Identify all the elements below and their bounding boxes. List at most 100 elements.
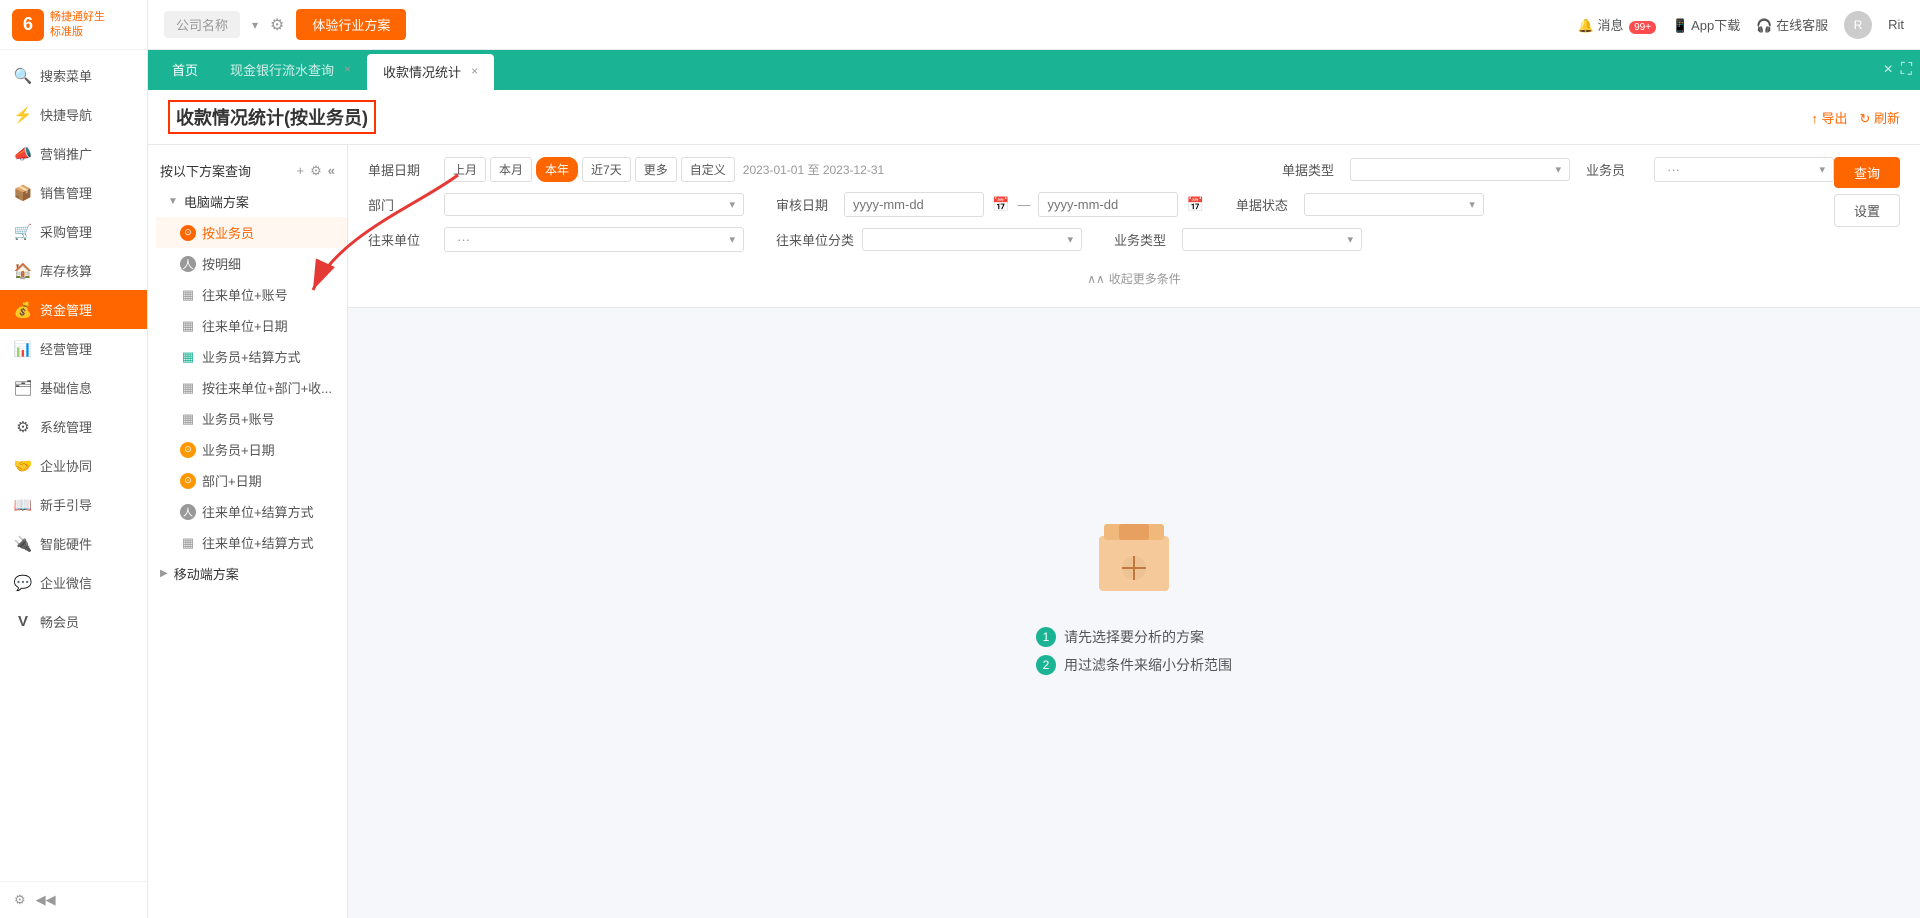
sidebar-item-sales[interactable]: 📦 销售管理 [0, 173, 147, 212]
online-service-link[interactable]: 🎧 在线客服 [1756, 15, 1828, 34]
scheme-icon-detail: 人 [180, 256, 196, 272]
business-type-select[interactable]: ▾ [1182, 228, 1362, 251]
scheme-group-pc-title[interactable]: ▼ 电脑端方案 [156, 186, 347, 217]
user-avatar[interactable]: R [1844, 11, 1872, 39]
scheme-icon-ps2: ▦ [180, 535, 196, 551]
date-buttons: 上月 本月 本年 近7天 更多 自定义 2023-01-01 至 2023-12… [444, 157, 884, 182]
company-name: 公司名称 [164, 11, 240, 38]
close-all-tabs-icon[interactable]: × [1883, 61, 1892, 79]
sidebar-item-collab[interactable]: 🤝 企业协同 [0, 446, 147, 485]
collapse-filter-button[interactable]: ∧∧ 收起更多条件 [368, 262, 1900, 295]
sidebar-item-purchase[interactable]: 🛒 采购管理 [0, 212, 147, 251]
export-button[interactable]: ↑ 导出 [1811, 108, 1847, 127]
tab-collection[interactable]: 收款情况统计 × [367, 54, 494, 90]
app-download-link[interactable]: 📱 App下载 [1672, 15, 1740, 34]
scheme-icon-pd: ▦ [180, 318, 196, 334]
company-dropdown-icon[interactable]: ▾ [252, 18, 258, 32]
scheme-icon-ps1: 人 [180, 504, 196, 520]
refresh-button[interactable]: ↻ 刷新 [1859, 108, 1900, 127]
sidebar-item-wechat[interactable]: 💬 企业微信 [0, 563, 147, 602]
date-btn-more[interactable]: 更多 [635, 157, 677, 182]
partner-more-icon[interactable]: ··· [457, 232, 470, 247]
scheme-group-mobile-title[interactable]: ▶ 移动端方案 [148, 558, 347, 589]
empty-svg [1084, 506, 1184, 596]
sidebar-item-system[interactable]: ⚙ 系统管理 [0, 407, 147, 446]
scheme-item-partner-date[interactable]: ▦ 往来单位+日期 [156, 310, 347, 341]
scheme-item-partner-account[interactable]: ▦ 往来单位+账号 [156, 279, 347, 310]
collapse-sidebar-icon[interactable]: ◀◀ [36, 892, 56, 908]
sidebar: 6 畅捷通好生 标准版 🔍 搜索菜单 ⚡ 快捷导航 📣 营销推广 📦 [0, 0, 148, 918]
settings-button[interactable]: 设置 [1834, 194, 1900, 227]
review-date-end[interactable] [1038, 192, 1178, 217]
partner-category-select[interactable]: ▾ [862, 228, 1082, 251]
sidebar-item-search[interactable]: 🔍 搜索菜单 [0, 56, 147, 95]
tab-home[interactable]: 首页 [156, 50, 214, 90]
review-date-label: 审核日期 [776, 195, 836, 214]
topbar-right: 🔔 消息 99+ 📱 App下载 🎧 在线客服 R Rit [1578, 11, 1904, 39]
tab-collection-close[interactable]: × [471, 64, 478, 78]
sales-rep-more-icon[interactable]: ··· [1667, 162, 1680, 177]
settings-footer-icon[interactable]: ⚙ [14, 892, 26, 908]
purchase-icon: 🛒 [14, 223, 32, 241]
date-btn-last-month[interactable]: 上月 [444, 157, 486, 182]
topbar-settings-icon[interactable]: ⚙ [270, 15, 284, 35]
empty-illustration [1074, 491, 1194, 611]
sidebar-item-guide[interactable]: 📖 新手引导 [0, 485, 147, 524]
sidebar-item-basic[interactable]: 🗂 基础信息 [0, 368, 147, 407]
tab-cashflow[interactable]: 现金银行流水查询 × [214, 50, 367, 90]
main-area: 公司名称 ▾ ⚙ 体验行业方案 🔔 消息 99+ 📱 App下载 🎧 在线客服 … [148, 0, 1920, 918]
voucher-type-select[interactable]: ▾ [1350, 158, 1570, 181]
scheme-item-by-detail[interactable]: 人 按明细 [156, 248, 347, 279]
tabs-bar: 首页 现金银行流水查询 × 收款情况统计 × × ⛶ [148, 50, 1920, 90]
scheme-icon-pa: ▦ [180, 287, 196, 303]
review-date-end-calendar[interactable]: 📅 [1186, 196, 1203, 213]
expand-tabs-icon[interactable]: ⛶ [1901, 61, 1912, 79]
voucher-status-select[interactable]: ▾ [1304, 193, 1484, 216]
collab-icon: 🤝 [14, 457, 32, 475]
scheme-settings-icon[interactable]: ⚙ [310, 163, 322, 179]
partner-select[interactable]: ··· ▾ [444, 227, 744, 252]
tab-cashflow-close[interactable]: × [344, 62, 351, 76]
sales-rep-select[interactable]: ··· ▾ [1654, 157, 1834, 182]
partner-label: 往来单位 [368, 230, 428, 249]
date-btn-this-year[interactable]: 本年 [536, 157, 578, 182]
top-bar: 公司名称 ▾ ⚙ 体验行业方案 🔔 消息 99+ 📱 App下载 🎧 在线客服 … [148, 0, 1920, 50]
sidebar-item-marketing[interactable]: 📣 营销推广 [0, 134, 147, 173]
sidebar-item-management[interactable]: 📊 经营管理 [0, 329, 147, 368]
scheme-item-partner-dept[interactable]: ▦ 按往来单位+部门+收... [156, 372, 347, 403]
guide-icon: 📖 [14, 496, 32, 514]
messages-link[interactable]: 🔔 消息 99+ [1578, 15, 1656, 34]
scheme-group-pc: ▼ 电脑端方案 ⊙ 按业务员 人 按明细 ▦ 往来单位+账号 [148, 186, 347, 558]
scheme-item-dept-date[interactable]: ⊙ 部门+日期 [156, 465, 347, 496]
collapse-panel-icon[interactable]: « [328, 163, 335, 179]
dept-select[interactable]: ▾ [444, 193, 744, 216]
scheme-item-sales-settlement[interactable]: ▦ 业务员+结算方式 [156, 341, 347, 372]
scheme-item-by-sales[interactable]: ⊙ 按业务员 [156, 217, 347, 248]
panel-header-icons: + ⚙ « [297, 163, 335, 179]
empty-state: 1 请先选择要分析的方案 2 用过滤条件来缩小分析范围 [348, 308, 1920, 918]
filter-row-3: 往来单位 ··· ▾ 往来单位分类 [368, 227, 1834, 252]
sidebar-item-finance[interactable]: 💰 资金管理 [0, 290, 147, 329]
date-dash: — [1017, 197, 1030, 212]
sidebar-item-quicknav[interactable]: ⚡ 快捷导航 [0, 95, 147, 134]
date-btn-this-month[interactable]: 本月 [490, 157, 532, 182]
sidebar-item-hardware[interactable]: 🔌 智能硬件 [0, 524, 147, 563]
trial-industry-button[interactable]: 体验行业方案 [296, 9, 406, 40]
date-btn-7days[interactable]: 近7天 [582, 157, 631, 182]
sidebar-item-member[interactable]: V 畅会员 [0, 602, 147, 641]
hint-item-1: 1 请先选择要分析的方案 [1036, 627, 1232, 647]
scheme-item-partner-settlement1[interactable]: 人 往来单位+结算方式 [156, 496, 347, 527]
add-scheme-icon[interactable]: + [297, 163, 305, 179]
date-btn-custom[interactable]: 自定义 [681, 157, 735, 182]
scheme-item-sales-date[interactable]: ⊙ 业务员+日期 [156, 434, 347, 465]
voucher-type-arrow: ▾ [1555, 163, 1561, 176]
mobile-group-expand-icon: ▶ [160, 568, 168, 579]
scheme-item-partner-settlement2[interactable]: ▦ 往来单位+结算方式 [156, 527, 347, 558]
voucher-status-label: 单据状态 [1236, 195, 1296, 214]
query-button[interactable]: 查询 [1834, 157, 1900, 188]
review-date-start-calendar[interactable]: 📅 [992, 196, 1009, 213]
review-date-start[interactable] [844, 192, 984, 217]
sidebar-item-inventory[interactable]: 🏠 库存核算 [0, 251, 147, 290]
scheme-item-sales-account[interactable]: ▦ 业务员+账号 [156, 403, 347, 434]
filter-area-inner: 单据日期 上月 本月 本年 近7天 更多 自定义 2023-01-01 至 20… [368, 157, 1900, 262]
